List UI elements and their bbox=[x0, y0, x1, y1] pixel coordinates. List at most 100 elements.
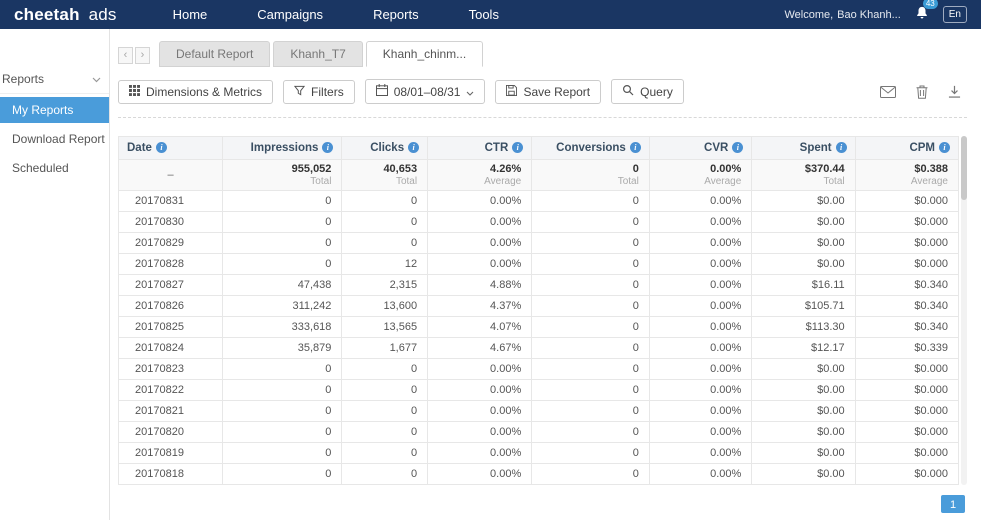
column-label: Clicks bbox=[370, 142, 405, 154]
report-tabbar: ‹ › Default Report Khanh_T7 Khanh_chinm.… bbox=[118, 41, 967, 67]
table-row: 20170826 311,242 13,600 4.37% 0 0.00% $105.71 $… bbox=[117, 295, 960, 317]
column-header-date[interactable]: Date i bbox=[117, 136, 224, 160]
summary-sublabel: Average bbox=[910, 176, 948, 187]
report-toolbar: Dimensions & Metrics Filters 08/01–08/31 bbox=[118, 79, 967, 104]
sidebar-section-reports[interactable]: Reports bbox=[0, 67, 109, 94]
column-header-clicks[interactable]: Clicks i bbox=[341, 136, 429, 160]
column-header-ctr[interactable]: CTR i bbox=[427, 136, 533, 160]
value-cell: $0.339 bbox=[854, 337, 960, 359]
value-cell: 333,618 bbox=[222, 316, 343, 338]
table-row: 20170818 0 0 0.00% 0 0.00% $0.00 $0.000 bbox=[117, 463, 960, 485]
value-cell: 12 bbox=[341, 253, 429, 275]
date-cell: 20170830 bbox=[117, 211, 224, 233]
value-cell: 0.00% bbox=[648, 400, 753, 422]
chevron-down-icon bbox=[92, 72, 101, 86]
sidebar-item-scheduled[interactable]: Scheduled bbox=[0, 155, 109, 181]
value-cell: 0 bbox=[531, 190, 650, 212]
email-icon[interactable] bbox=[880, 85, 896, 98]
nav-item-reports[interactable]: Reports bbox=[373, 7, 419, 22]
value-cell: 0 bbox=[531, 400, 650, 422]
value-cell: $12.17 bbox=[751, 337, 856, 359]
value-cell: 0 bbox=[531, 442, 650, 464]
info-icon[interactable]: i bbox=[835, 142, 847, 153]
column-label: Conversions bbox=[556, 142, 626, 154]
info-icon[interactable]: i bbox=[732, 142, 744, 153]
value-cell: 0 bbox=[531, 358, 650, 380]
value-cell: $0.340 bbox=[854, 295, 960, 317]
tab-khanh-chinm[interactable]: Khanh_chinm... bbox=[365, 41, 484, 67]
summary-sublabel: Total bbox=[395, 176, 418, 187]
value-cell: 311,242 bbox=[222, 295, 343, 317]
date-cell: 20170824 bbox=[117, 337, 224, 359]
value-cell: 0 bbox=[222, 379, 343, 401]
value-cell: 0.00% bbox=[648, 253, 753, 275]
filters-button[interactable]: Filters bbox=[283, 79, 355, 104]
summary-cell: $370.44 Total bbox=[751, 159, 856, 191]
summary-value: 4.26% bbox=[490, 163, 522, 175]
dimensions-metrics-button[interactable]: Dimensions & Metrics bbox=[118, 79, 274, 104]
page-1-button[interactable]: 1 bbox=[941, 495, 965, 513]
query-button[interactable]: Query bbox=[611, 79, 684, 104]
main-nav: Home Campaigns Reports Tools bbox=[173, 7, 499, 22]
info-icon[interactable]: i bbox=[629, 142, 641, 153]
info-icon[interactable]: i bbox=[408, 142, 420, 153]
value-cell: 0 bbox=[531, 463, 650, 485]
info-icon[interactable]: i bbox=[322, 142, 334, 153]
value-cell: 0 bbox=[341, 400, 429, 422]
sidebar-item-my-reports[interactable]: My Reports bbox=[0, 97, 109, 123]
value-cell: 2,315 bbox=[341, 274, 429, 296]
summary-value: 955,052 bbox=[291, 163, 332, 175]
language-button[interactable]: En bbox=[942, 6, 967, 23]
filters-label: Filters bbox=[311, 84, 344, 99]
download-icon[interactable] bbox=[948, 85, 961, 98]
info-icon[interactable]: i bbox=[155, 142, 167, 153]
tab-next-button[interactable]: › bbox=[135, 47, 150, 64]
date-range-button[interactable]: 08/01–08/31 bbox=[364, 79, 486, 104]
tab-khanh-t7[interactable]: Khanh_T7 bbox=[273, 41, 363, 67]
pagination: 1 bbox=[941, 495, 965, 513]
value-cell: $0.000 bbox=[854, 211, 960, 233]
column-header-spent[interactable]: Spent i bbox=[751, 136, 856, 160]
sidebar-item-download-report[interactable]: Download Report bbox=[0, 126, 109, 152]
table-row: 20170828 0 12 0.00% 0 0.00% $0.00 $0.000 bbox=[117, 253, 960, 275]
value-cell: $0.000 bbox=[854, 253, 960, 275]
value-cell: 0.00% bbox=[648, 337, 753, 359]
save-report-button[interactable]: Save Report bbox=[495, 79, 602, 104]
navbar-right: Welcome, Bao Khanh... 43 En bbox=[784, 0, 967, 25]
value-cell: 0 bbox=[531, 316, 650, 338]
username[interactable]: Bao Khanh... bbox=[837, 9, 901, 21]
value-cell: 0.00% bbox=[648, 442, 753, 464]
table-row: 20170829 0 0 0.00% 0 0.00% $0.00 $0.000 bbox=[117, 232, 960, 254]
report-table: Date i Impressions i Clicks i CTR i Conversions i… bbox=[117, 136, 960, 485]
nav-item-tools[interactable]: Tools bbox=[469, 7, 499, 22]
value-cell: 0.00% bbox=[427, 358, 533, 380]
info-icon[interactable]: i bbox=[939, 142, 950, 153]
column-header-cvr[interactable]: CVR i bbox=[648, 136, 753, 160]
column-header-impressions[interactable]: Impressions i bbox=[222, 136, 343, 160]
info-icon[interactable]: i bbox=[512, 142, 524, 153]
value-cell: 1,677 bbox=[341, 337, 429, 359]
value-cell: 0.00% bbox=[427, 400, 533, 422]
tab-default-report[interactable]: Default Report bbox=[159, 41, 271, 67]
value-cell: 0 bbox=[341, 211, 429, 233]
column-header-cpm[interactable]: CPM i bbox=[854, 136, 960, 160]
value-cell: 0 bbox=[222, 232, 343, 254]
nav-item-home[interactable]: Home bbox=[173, 7, 208, 22]
nav-item-campaigns[interactable]: Campaigns bbox=[257, 7, 323, 22]
value-cell: 0 bbox=[222, 421, 343, 443]
notifications-button[interactable]: 43 bbox=[915, 0, 938, 25]
value-cell: 0.00% bbox=[648, 421, 753, 443]
value-cell: 0.00% bbox=[427, 463, 533, 485]
table-scrollbar[interactable] bbox=[961, 136, 967, 485]
column-header-conversions[interactable]: Conversions i bbox=[531, 136, 650, 160]
scrollbar-thumb[interactable] bbox=[961, 136, 967, 200]
save-report-label: Save Report bbox=[523, 84, 591, 99]
table-row: 20170830 0 0 0.00% 0 0.00% $0.00 $0.000 bbox=[117, 211, 960, 233]
tab-prev-button[interactable]: ‹ bbox=[118, 47, 133, 64]
summary-value: 0 bbox=[632, 163, 639, 175]
column-label: Spent bbox=[799, 142, 832, 154]
brand-logo[interactable]: cheetah ads bbox=[14, 5, 117, 25]
value-cell: 0 bbox=[341, 232, 429, 254]
trash-icon[interactable] bbox=[916, 85, 928, 99]
value-cell: 4.88% bbox=[427, 274, 533, 296]
